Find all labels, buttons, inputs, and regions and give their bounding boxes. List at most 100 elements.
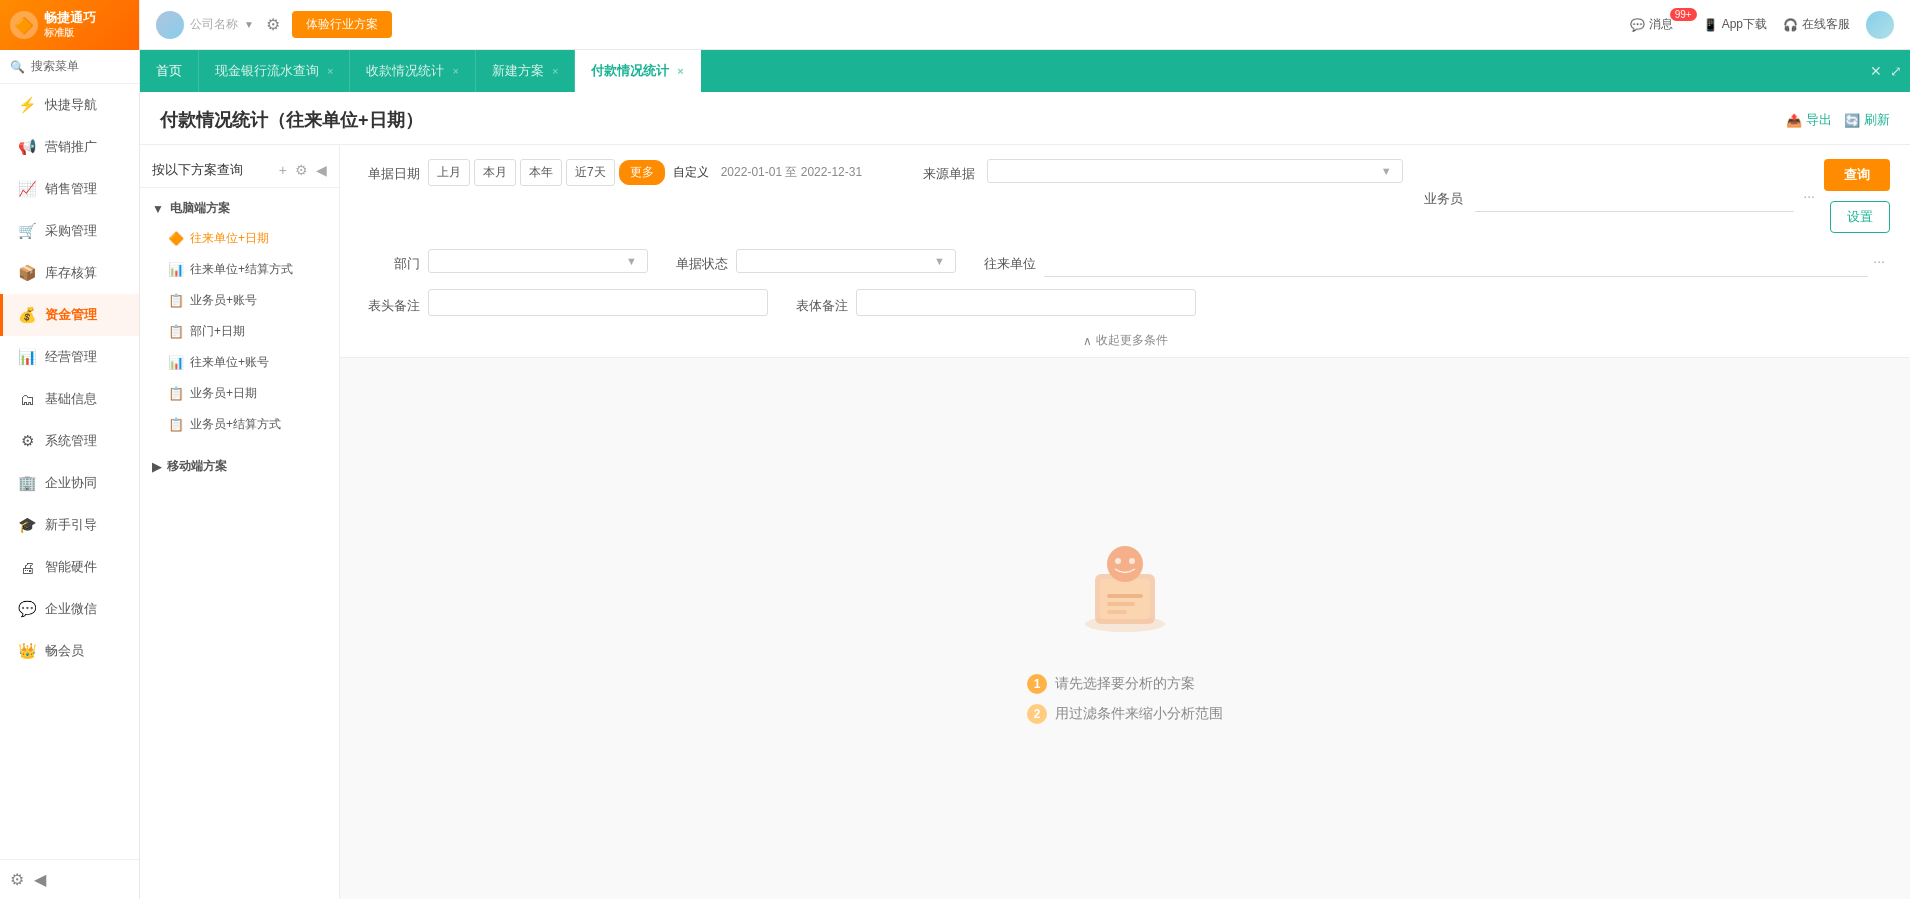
sidebar-item-quick-nav[interactable]: ⚡ 快捷导航 bbox=[0, 84, 139, 126]
svg-point-5 bbox=[1129, 558, 1135, 564]
solution-group-mobile-header[interactable]: ▶ 移动端方案 bbox=[140, 452, 339, 481]
source-doc-arrow-icon: ▼ bbox=[1381, 165, 1392, 177]
date-btn-last-month[interactable]: 上月 bbox=[428, 159, 470, 186]
sidebar-item-marketing[interactable]: 📢 营销推广 bbox=[0, 126, 139, 168]
solution-item-salesman-account[interactable]: 📋 业务员+账号 bbox=[140, 285, 339, 316]
hint-number-1: 1 bbox=[1027, 674, 1047, 694]
tab-new-plan[interactable]: 新建方案 × bbox=[476, 50, 575, 92]
app-icon: 📱 bbox=[1703, 18, 1718, 32]
search-menu[interactable]: 🔍 搜索菜单 bbox=[0, 50, 139, 84]
topbar-online-service[interactable]: 🎧 在线客服 bbox=[1783, 16, 1850, 33]
solution-settings-icon[interactable]: ⚙ bbox=[295, 162, 308, 178]
table-header-note-input[interactable] bbox=[428, 289, 768, 316]
table-body-note-label: 表体备注 bbox=[788, 291, 848, 315]
sidebar-item-capital[interactable]: 💰 资金管理 bbox=[0, 294, 139, 336]
solution-group-mobile-arrow-icon: ▶ bbox=[152, 460, 161, 474]
solution-collapse-icon[interactable]: ◀ bbox=[316, 162, 327, 178]
sidebar-item-wechat[interactable]: 💬 企业微信 bbox=[0, 588, 139, 630]
topbar-messages[interactable]: 💬 消息 99+ bbox=[1630, 16, 1687, 33]
maximize-icon[interactable]: ⤢ bbox=[1890, 63, 1902, 79]
solution-panel-header: 按以下方案查询 + ⚙ ◀ bbox=[140, 153, 339, 188]
salesman-input[interactable] bbox=[1475, 180, 1795, 212]
sidebar-item-inventory[interactable]: 📦 库存核算 bbox=[0, 252, 139, 294]
query-button[interactable]: 查询 bbox=[1824, 159, 1890, 191]
topbar: 公司名称 ▼ ⚙ 体验行业方案 💬 消息 99+ 📱 App下载 🎧 在线客服 bbox=[140, 0, 1910, 50]
sidebar-item-purchase[interactable]: 🛒 采购管理 bbox=[0, 210, 139, 252]
solution-panel: 按以下方案查询 + ⚙ ◀ ▼ 电脑端方案 🔶 往来单位+日期 📊 bbox=[140, 145, 340, 899]
topbar-profile[interactable]: 公司名称 ▼ bbox=[156, 11, 254, 39]
sidebar-item-member[interactable]: 👑 畅会员 bbox=[0, 630, 139, 672]
solution-partner-settle-icon: 📊 bbox=[168, 262, 184, 277]
refresh-button[interactable]: 🔄 刷新 bbox=[1844, 111, 1890, 129]
table-body-note-input[interactable] bbox=[856, 289, 1196, 316]
date-label: 单据日期 bbox=[360, 159, 420, 183]
operations-icon: 📊 bbox=[17, 348, 37, 366]
svg-point-4 bbox=[1115, 558, 1121, 564]
trial-industry-button[interactable]: 体验行业方案 bbox=[292, 11, 392, 38]
solution-item-salesman-date[interactable]: 📋 业务员+日期 bbox=[140, 378, 339, 409]
doc-status-arrow-icon: ▼ bbox=[934, 255, 945, 267]
doc-status-select[interactable]: ▼ bbox=[736, 249, 956, 273]
topbar-app-download[interactable]: 📱 App下载 bbox=[1703, 16, 1767, 33]
collapse-filter-button[interactable]: ∧ 收起更多条件 bbox=[360, 324, 1890, 357]
sidebar-item-operations[interactable]: 📊 经营管理 bbox=[0, 336, 139, 378]
message-badge: 99+ bbox=[1670, 8, 1697, 21]
tab-home[interactable]: 首页 bbox=[140, 50, 199, 92]
date-btn-this-month[interactable]: 本月 bbox=[474, 159, 516, 186]
sidebar-item-guide[interactable]: 🎓 新手引导 bbox=[0, 504, 139, 546]
filter-solution-wrapper: 按以下方案查询 + ⚙ ◀ ▼ 电脑端方案 🔶 往来单位+日期 📊 bbox=[140, 145, 1910, 899]
solution-group-desktop: ▼ 电脑端方案 🔶 往来单位+日期 📊 往来单位+结算方式 📋 业务员+账号 bbox=[140, 188, 339, 446]
hardware-icon: 🖨 bbox=[17, 559, 37, 576]
sidebar-settings-btn[interactable]: ⚙ bbox=[10, 870, 24, 889]
right-panel: 单据日期 上月 本月 本年 近7天 更多 自定义 2022-01-01 至 20… bbox=[340, 145, 1910, 899]
tab-payment-stats[interactable]: 付款情况统计 × bbox=[575, 50, 700, 92]
date-btn-last-7days[interactable]: 近7天 bbox=[566, 159, 615, 186]
enterprise-icon: 🏢 bbox=[17, 474, 37, 492]
tab-receipt-stats-close[interactable]: × bbox=[452, 65, 458, 77]
sidebar-item-system[interactable]: ⚙ 系统管理 bbox=[0, 420, 139, 462]
hint-number-2: 2 bbox=[1027, 704, 1047, 724]
salesman-ellipsis-icon[interactable]: ··· bbox=[1798, 183, 1820, 209]
sidebar-item-enterprise[interactable]: 🏢 企业协同 bbox=[0, 462, 139, 504]
topbar-right: 💬 消息 99+ 📱 App下载 🎧 在线客服 bbox=[1630, 11, 1894, 39]
sidebar-item-hardware[interactable]: 🖨 智能硬件 bbox=[0, 546, 139, 588]
tab-new-plan-close[interactable]: × bbox=[552, 65, 558, 77]
query-actions: 查询 设置 bbox=[1824, 159, 1890, 233]
solution-item-partner-settle[interactable]: 📊 往来单位+结算方式 bbox=[140, 254, 339, 285]
tab-payment-stats-close[interactable]: × bbox=[677, 65, 683, 77]
export-button[interactable]: 📤 导出 bbox=[1786, 111, 1832, 129]
sidebar-collapse-btn[interactable]: ◀ bbox=[34, 870, 46, 889]
partner-input[interactable] bbox=[1044, 245, 1868, 277]
page-header-actions: 📤 导出 🔄 刷新 bbox=[1786, 111, 1890, 129]
date-shortcuts-group: 上月 本月 本年 近7天 更多 自定义 2022-01-01 至 2022-12… bbox=[428, 159, 915, 186]
solution-item-dept-date[interactable]: 📋 部门+日期 bbox=[140, 316, 339, 347]
solution-salesman-account-icon: 📋 bbox=[168, 293, 184, 308]
topbar-settings-icon[interactable]: ⚙ bbox=[266, 15, 280, 34]
solution-add-icon[interactable]: + bbox=[279, 162, 287, 178]
quick-nav-icon: ⚡ bbox=[17, 96, 37, 114]
solution-salesman-settle-icon: 📋 bbox=[168, 417, 184, 432]
solution-item-salesman-settle[interactable]: 📋 业务员+结算方式 bbox=[140, 409, 339, 440]
tab-receipt-stats[interactable]: 收款情况统计 × bbox=[350, 50, 475, 92]
close-all-tabs-icon[interactable]: ✕ bbox=[1870, 63, 1882, 79]
source-doc-select[interactable]: ▼ bbox=[987, 159, 1402, 183]
dept-select[interactable]: ▼ bbox=[428, 249, 648, 273]
date-btn-more[interactable]: 更多 bbox=[619, 160, 665, 185]
tab-bank-flow-close[interactable]: × bbox=[327, 65, 333, 77]
filter-row-3: 表头备注 表体备注 bbox=[360, 289, 1890, 316]
sidebar-item-sales[interactable]: 📈 销售管理 bbox=[0, 168, 139, 210]
tab-bank-flow[interactable]: 现金银行流水查询 × bbox=[199, 50, 350, 92]
solution-partner-date-icon: 🔶 bbox=[168, 231, 184, 246]
sidebar-item-basics[interactable]: 🗂 基础信息 bbox=[0, 378, 139, 420]
table-header-note-label: 表头备注 bbox=[360, 291, 420, 315]
date-btn-this-year[interactable]: 本年 bbox=[520, 159, 562, 186]
partner-ellipsis-icon[interactable]: ··· bbox=[1868, 248, 1890, 274]
date-btn-custom[interactable]: 自定义 bbox=[669, 160, 713, 185]
solution-item-partner-account[interactable]: 📊 往来单位+账号 bbox=[140, 347, 339, 378]
inventory-icon: 📦 bbox=[17, 264, 37, 282]
solution-group-desktop-header[interactable]: ▼ 电脑端方案 bbox=[140, 194, 339, 223]
filter-settings-button[interactable]: 设置 bbox=[1830, 201, 1890, 233]
company-dropdown-icon[interactable]: ▼ bbox=[244, 19, 254, 30]
user-avatar[interactable] bbox=[1866, 11, 1894, 39]
solution-item-partner-date[interactable]: 🔶 往来单位+日期 bbox=[140, 223, 339, 254]
